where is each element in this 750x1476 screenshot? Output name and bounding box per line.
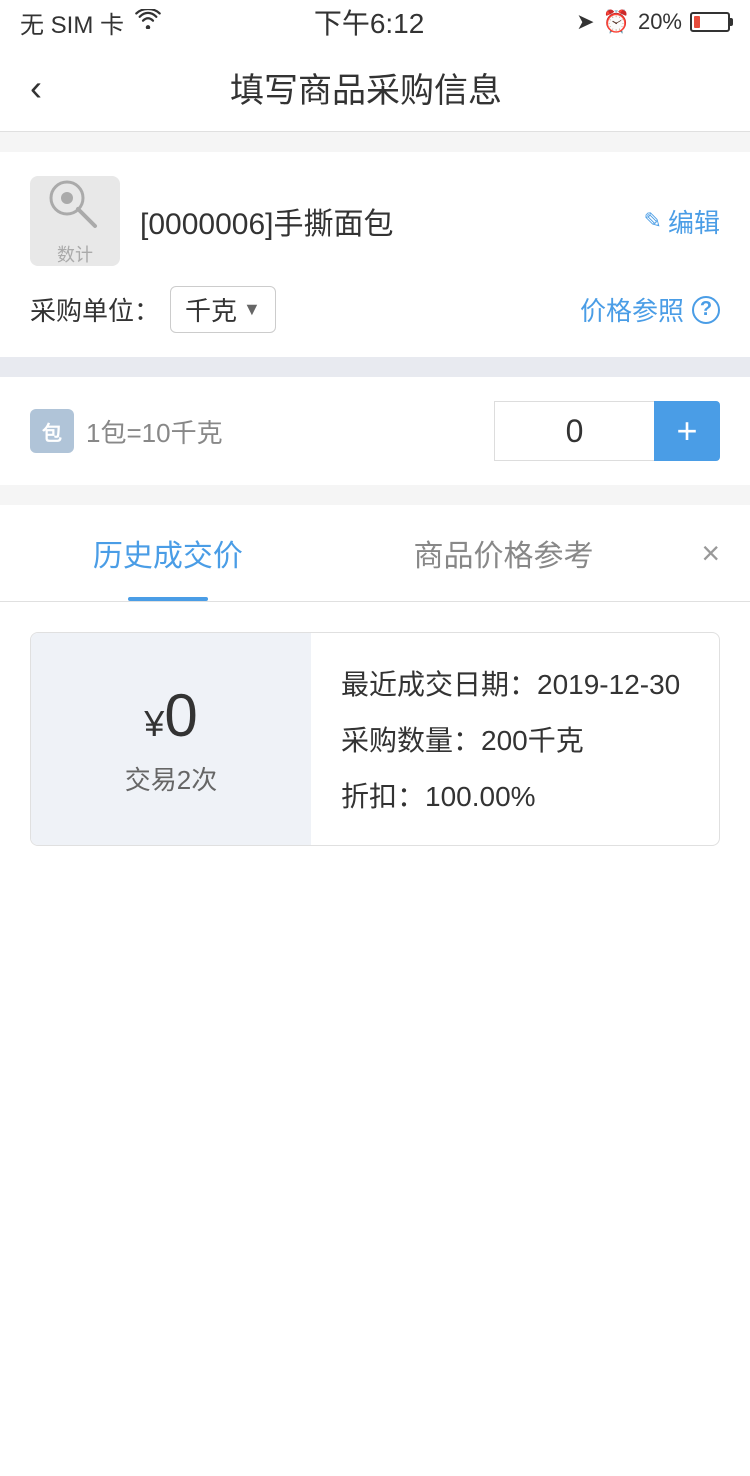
price-display: ¥0 xyxy=(144,681,197,750)
unit-select[interactable]: 千克 ▼ xyxy=(170,286,276,333)
bottom-spacer xyxy=(0,876,750,1476)
product-header: 数计 [0000006]手撕面包 ✎ 编辑 xyxy=(30,176,720,266)
tab-close-button[interactable]: × xyxy=(671,515,750,592)
gps-icon: ➤ xyxy=(576,9,594,35)
tab-product-price-ref[interactable]: 商品价格参考 xyxy=(336,505,672,601)
quantity-input-wrapper: + xyxy=(494,401,720,461)
quantity-plus-button[interactable]: + xyxy=(654,401,720,461)
history-section: 历史成交价 商品价格参考 × ¥0 交易2次 最近成交日期：2019-12-30… xyxy=(0,505,750,876)
back-button[interactable]: ‹ xyxy=(30,67,42,109)
unit-info: 包 1包=10千克 xyxy=(30,409,223,453)
alarm-icon: ⏰ xyxy=(603,9,630,35)
battery-percent: 20% xyxy=(638,9,682,35)
currency-symbol: ¥ xyxy=(144,703,164,744)
battery-icon xyxy=(690,12,730,32)
nav-bar: ‹ 填写商品采购信息 xyxy=(0,44,750,132)
status-left: 无 SIM 卡 xyxy=(20,5,162,40)
price-amount: 0 xyxy=(164,682,197,749)
product-unit-row: 采购单位： 千克 ▼ 价格参照 ? xyxy=(30,286,720,333)
product-image: 数计 xyxy=(30,176,120,266)
quantity-input[interactable] xyxy=(494,401,654,461)
product-info: 数计 [0000006]手撕面包 xyxy=(30,176,644,266)
status-time: 下午6:12 xyxy=(314,2,425,42)
edit-label: 编辑 xyxy=(668,203,720,240)
product-logo-icon: 数计 xyxy=(45,176,105,267)
tab-history-price[interactable]: 历史成交价 xyxy=(0,505,336,601)
price-right: 最近成交日期：2019-12-30 采购数量：200千克 折扣：100.00% xyxy=(311,633,719,845)
price-reference-button[interactable]: 价格参照 ? xyxy=(580,291,720,328)
status-right: ➤ ⏰ 20% xyxy=(576,9,730,35)
price-card-container: ¥0 交易2次 最近成交日期：2019-12-30 采购数量：200千克 折扣：… xyxy=(0,602,750,876)
price-ref-label: 价格参照 xyxy=(580,291,684,328)
quantity-section: 包 1包=10千克 + xyxy=(0,377,750,485)
unit-label: 采购单位： 千克 ▼ xyxy=(30,286,276,333)
recent-date: 最近成交日期：2019-12-30 xyxy=(341,663,689,703)
wifi-icon xyxy=(134,8,162,36)
unit-value: 千克 xyxy=(185,291,237,328)
edit-icon: ✎ xyxy=(644,208,662,234)
section-divider xyxy=(0,357,750,377)
price-left: ¥0 交易2次 xyxy=(31,633,311,845)
edit-button[interactable]: ✎ 编辑 xyxy=(644,203,720,240)
trade-count: 交易2次 xyxy=(125,760,217,797)
discount-info: 折扣：100.00% xyxy=(341,775,689,815)
page-title: 填写商品采购信息 xyxy=(62,63,670,112)
info-icon: ? xyxy=(692,296,720,324)
chevron-down-icon: ▼ xyxy=(243,299,261,320)
unit-icon-badge: 包 xyxy=(30,409,74,453)
price-card: ¥0 交易2次 最近成交日期：2019-12-30 采购数量：200千克 折扣：… xyxy=(30,632,720,846)
product-section: 数计 [0000006]手撕面包 ✎ 编辑 采购单位： 千克 ▼ 价格参照 ? xyxy=(0,152,750,357)
purchase-quantity: 采购数量：200千克 xyxy=(341,719,689,759)
carrier-text: 无 SIM 卡 xyxy=(20,5,124,40)
unit-description: 1包=10千克 xyxy=(86,413,223,450)
history-tabs: 历史成交价 商品价格参考 × xyxy=(0,505,750,602)
status-bar: 无 SIM 卡 下午6:12 ➤ ⏰ 20% xyxy=(0,0,750,44)
product-name: [0000006]手撕面包 xyxy=(140,199,393,243)
close-icon: × xyxy=(701,535,720,571)
